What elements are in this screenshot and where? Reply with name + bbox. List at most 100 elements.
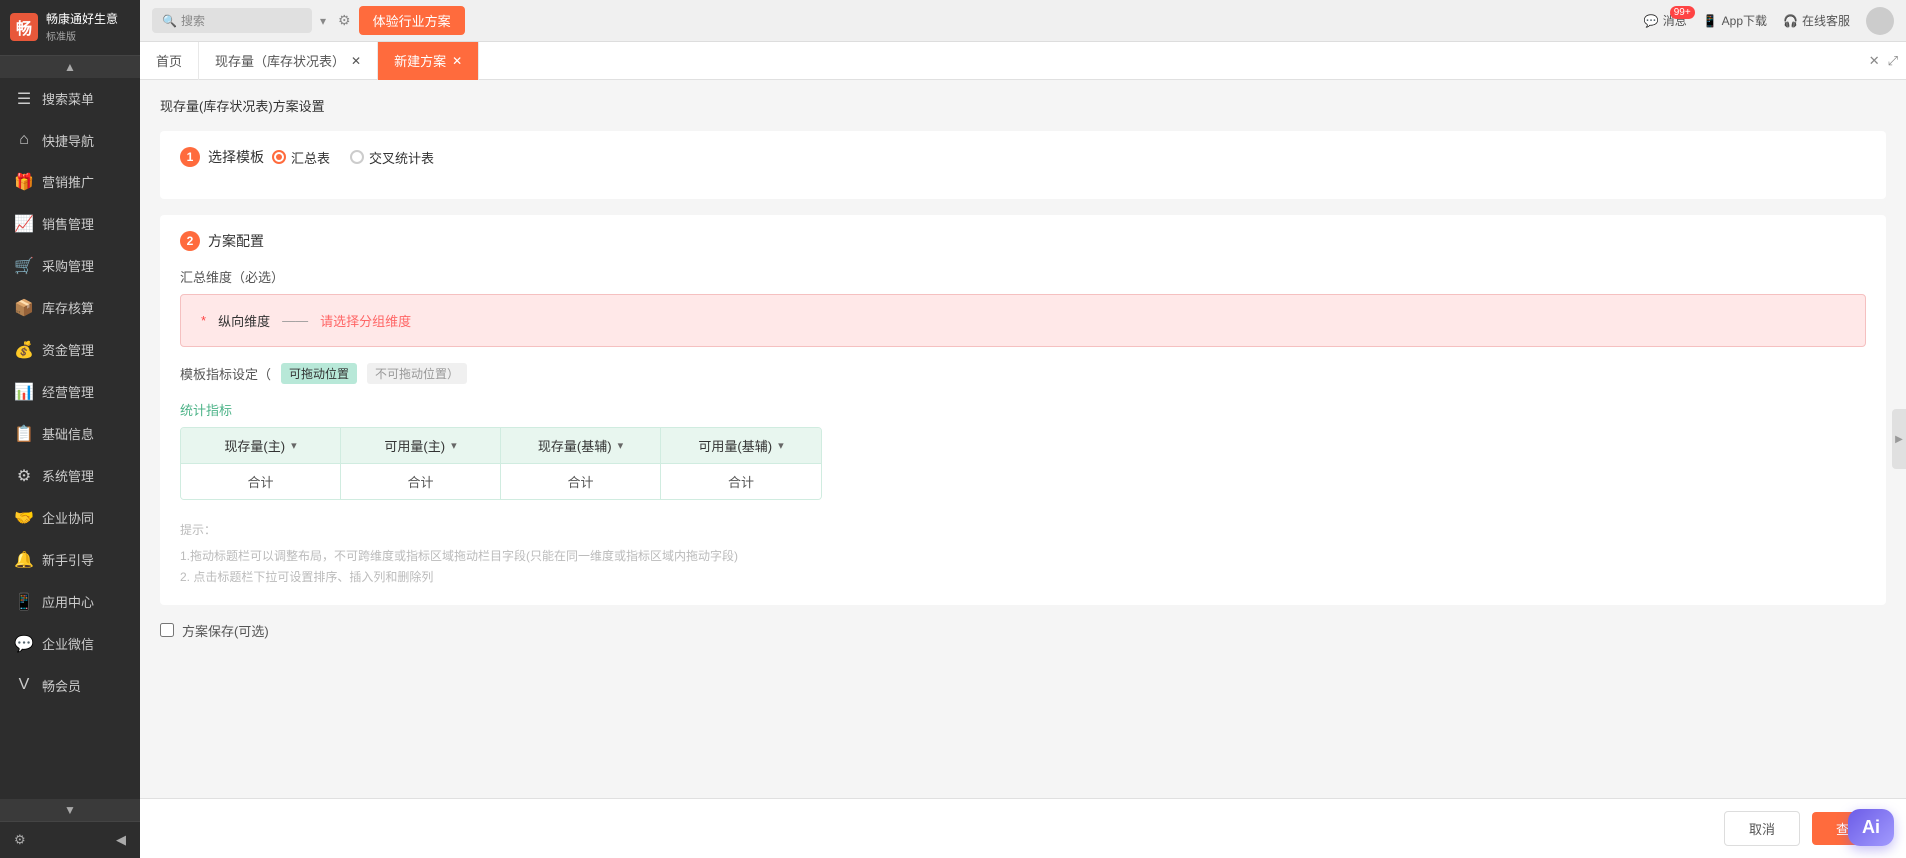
stats-table-header: 现存量(主) ▾ 合计 可用量(主) ▾ 合计 — [181, 428, 821, 499]
step1-badge: 1 — [180, 147, 200, 167]
sidebar-item-label: 营销推广 — [42, 172, 94, 191]
sidebar-item-label: 经营管理 — [42, 382, 94, 401]
required-mark: * — [201, 313, 206, 328]
sidebar-item-finance[interactable]: 💰 资金管理 — [0, 329, 140, 371]
tab-inventory-status[interactable]: 现存量（库存状况表） ✕ — [199, 42, 378, 80]
sidebar-item-label: 畅会员 — [42, 676, 81, 695]
online-service-button[interactable]: 🎧 在线客服 — [1783, 12, 1850, 29]
expand-icon[interactable]: ⤢ — [1888, 53, 1898, 69]
sidebar-item-operations[interactable]: 📊 经营管理 — [0, 371, 140, 413]
sidebar-item-label: 系统管理 — [42, 466, 94, 485]
right-collapse-handle[interactable]: ▶ — [1892, 409, 1906, 469]
indicator-label: 模板指标设定（ — [180, 364, 271, 383]
tips-item-0: 1.拖动标题栏可以调整布局，不可跨维度或指标区域拖动栏目字段(只能在同一维度或指… — [180, 546, 1866, 568]
sidebar-item-inventory[interactable]: 📦 库存核算 — [0, 287, 140, 329]
step1-header: 1 选择模板 汇总表 交叉统计表 — [180, 147, 1866, 167]
stats-body-2: 合计 — [501, 464, 660, 499]
stats-table: 现存量(主) ▾ 合计 可用量(主) ▾ 合计 — [180, 427, 822, 500]
sidebar-item-marketing[interactable]: 🎁 营销推广 — [0, 161, 140, 203]
dimension-row[interactable]: * 纵向维度 —— 请选择分组维度 — [180, 294, 1866, 347]
sidebar-item-sales[interactable]: 📈 销售管理 — [0, 203, 140, 245]
sidebar-scroll-down[interactable]: ▼ — [0, 799, 140, 821]
tabs-bar: 首页 现存量（库存状况表） ✕ 新建方案 ✕ ✕ ⤢ — [140, 42, 1906, 80]
dim-placeholder: 请选择分组维度 — [320, 311, 411, 330]
brand-tag: 标准版 — [46, 28, 118, 43]
sidebar-item-wechat[interactable]: 💬 企业微信 — [0, 623, 140, 665]
stats-body-0: 合计 — [181, 464, 340, 499]
gear-icon: ⚙ — [14, 466, 34, 486]
chevron-down-icon[interactable]: ▾ — [320, 14, 326, 28]
chevron-down-col3-icon[interactable]: ▾ — [778, 439, 784, 452]
sidebar-item-label: 销售管理 — [42, 214, 94, 233]
close-new-scheme-tab-icon[interactable]: ✕ — [452, 54, 462, 68]
sidebar-item-purchase[interactable]: 🛒 采购管理 — [0, 245, 140, 287]
user-avatar[interactable] — [1866, 7, 1894, 35]
sidebar-item-system[interactable]: ⚙ 系统管理 — [0, 455, 140, 497]
sidebar-item-label: 搜索菜单 — [42, 89, 94, 108]
money-icon: 💰 — [14, 340, 34, 360]
app-download-button[interactable]: 📱 App下载 — [1703, 12, 1767, 29]
close-inventory-tab-icon[interactable]: ✕ — [351, 54, 361, 68]
page-title: 现存量(库存状况表)方案设置 — [160, 96, 1886, 115]
vip-icon: V — [14, 676, 34, 694]
chat-icon: 💬 — [14, 634, 34, 654]
fixed-tag: 不可拖动位置） — [367, 363, 467, 384]
box-icon: 📦 — [14, 298, 34, 318]
message-badge: 99+ — [1670, 6, 1695, 19]
ai-float-button[interactable]: Ai — [1848, 809, 1894, 846]
search-placeholder: 搜索 — [181, 12, 205, 29]
sidebar-item-new-guide[interactable]: 🔔 新手引导 — [0, 539, 140, 581]
stats-col-0: 现存量(主) ▾ 合计 — [181, 428, 341, 499]
sidebar-logo: 畅 畅康通好生意 标准版 — [0, 0, 140, 56]
sidebar-item-label: 资金管理 — [42, 340, 94, 359]
tabs-right: ✕ ⤢ — [1869, 53, 1906, 69]
step2-header: 2 方案配置 — [180, 231, 1866, 251]
sidebar-item-member[interactable]: V 畅会员 — [0, 665, 140, 706]
chart-icon: 📈 — [14, 214, 34, 234]
close-tab-icon[interactable]: ✕ — [1869, 53, 1880, 69]
content-area: 现存量(库存状况表)方案设置 1 选择模板 汇总表 交叉统计表 — [140, 80, 1906, 798]
collapse-icon[interactable]: ◀ — [116, 832, 126, 848]
message-button[interactable]: 💬 消息 99+ — [1644, 12, 1687, 29]
sidebar-item-search-menu[interactable]: ☰ 搜索菜单 — [0, 78, 140, 120]
cancel-button[interactable]: 取消 — [1724, 811, 1800, 846]
step1-section: 1 选择模板 汇总表 交叉统计表 — [160, 131, 1886, 199]
save-checkbox-label: 方案保存(可选) — [182, 621, 269, 640]
tab-home[interactable]: 首页 — [140, 42, 199, 80]
sidebar-item-basic-info[interactable]: 📋 基础信息 — [0, 413, 140, 455]
stats-header-1[interactable]: 可用量(主) ▾ — [341, 428, 500, 464]
chevron-down-col1-icon[interactable]: ▾ — [451, 439, 457, 452]
tips-item-1: 2. 点击标题栏下拉可设置排序、插入列和删除列 — [180, 567, 1866, 589]
stats-label: 统计指标 — [180, 400, 1866, 419]
radio-cross-dot — [350, 150, 364, 164]
stats-col-1-label: 可用量(主) — [384, 436, 445, 455]
tab-inventory-label: 现存量（库存状况表） — [215, 51, 345, 70]
tab-home-label: 首页 — [156, 51, 182, 70]
ops-icon: 📊 — [14, 382, 34, 402]
topbar-search[interactable]: 🔍 搜索 — [152, 8, 312, 33]
chevron-down-col0-icon[interactable]: ▾ — [291, 439, 297, 452]
headset-icon: 🎧 — [1783, 14, 1798, 28]
sidebar-item-app-center[interactable]: 📱 应用中心 — [0, 581, 140, 623]
topbar-right: 💬 消息 99+ 📱 App下载 🎧 在线客服 — [1644, 7, 1894, 35]
stats-col-2: 现存量(基辅) ▾ 合计 — [501, 428, 661, 499]
settings-icon[interactable]: ⚙ — [14, 832, 26, 848]
topbar-gear-icon[interactable]: ⚙ — [338, 12, 351, 29]
save-checkbox[interactable] — [160, 623, 174, 637]
radio-summary[interactable]: 汇总表 — [272, 148, 330, 167]
stats-header-3[interactable]: 可用量(基辅) ▾ — [661, 428, 821, 464]
tab-new-scheme[interactable]: 新建方案 ✕ — [378, 42, 479, 80]
trial-button[interactable]: 体验行业方案 — [359, 6, 465, 35]
sidebar-item-enterprise[interactable]: 🤝 企业协同 — [0, 497, 140, 539]
stats-header-2[interactable]: 现存量(基辅) ▾ — [501, 428, 660, 464]
topbar: 🔍 搜索 ▾ ⚙ 体验行业方案 💬 消息 99+ 📱 App下载 🎧 在线客服 — [140, 0, 1906, 42]
sidebar-scroll-up[interactable]: ▲ — [0, 56, 140, 78]
stats-header-0[interactable]: 现存量(主) ▾ — [181, 428, 340, 464]
radio-cross[interactable]: 交叉统计表 — [350, 148, 434, 167]
dim-dash: —— — [282, 313, 308, 328]
sidebar-item-quick-nav[interactable]: ⌂ 快捷导航 — [0, 120, 140, 161]
chevron-down-col2-icon[interactable]: ▾ — [618, 439, 624, 452]
sidebar-item-label: 基础信息 — [42, 424, 94, 443]
search-icon: 🔍 — [162, 14, 177, 28]
main-area: 🔍 搜索 ▾ ⚙ 体验行业方案 💬 消息 99+ 📱 App下载 🎧 在线客服 — [140, 0, 1906, 858]
